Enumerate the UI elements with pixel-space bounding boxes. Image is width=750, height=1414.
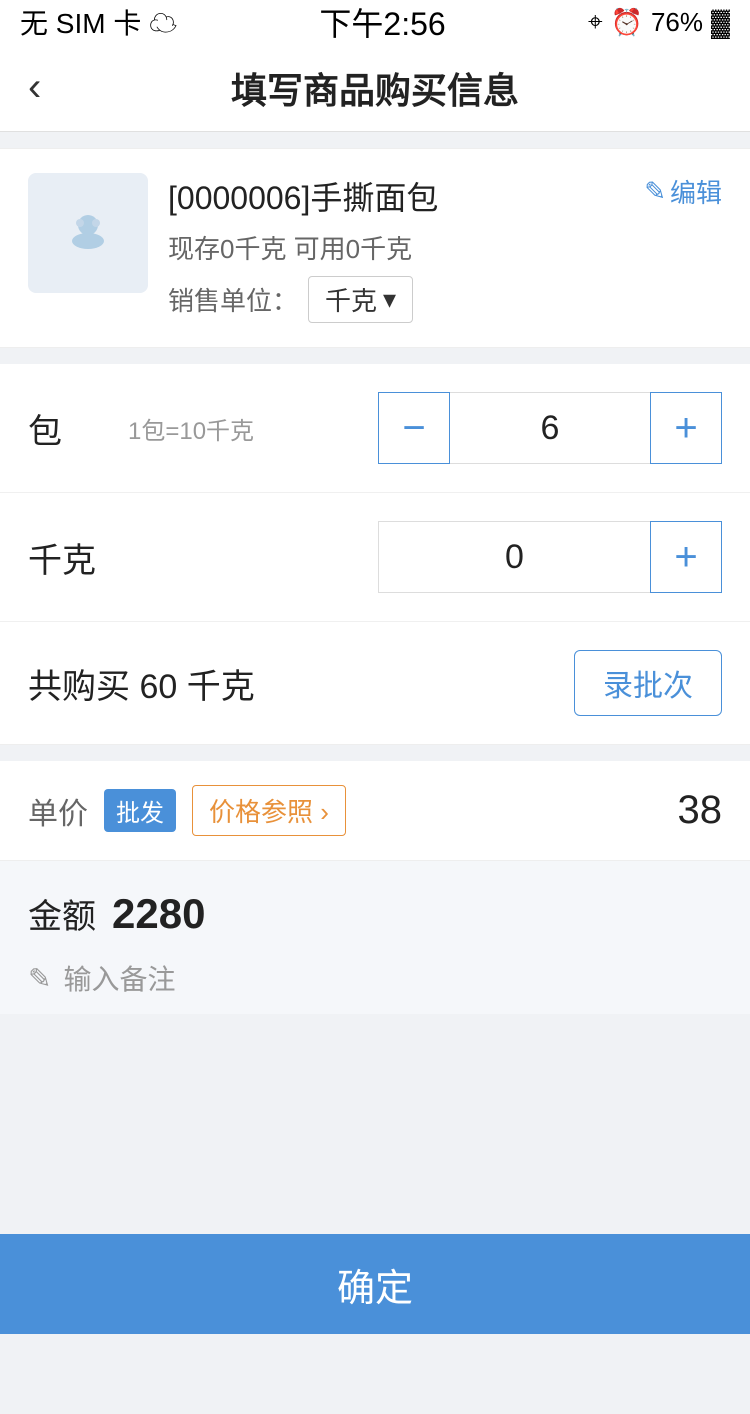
product-info: [0000006]手撕面包 现存0千克 可用0千克 销售单位： 千克 ▾	[168, 173, 624, 323]
battery-percent: 76%	[651, 7, 703, 38]
product-image	[28, 173, 148, 293]
status-time: 下午2:56	[319, 0, 445, 45]
bag-sublabel: 1包=10千克	[128, 411, 254, 446]
alarm-icon: ⏰	[611, 7, 643, 38]
back-button[interactable]: ‹	[28, 65, 41, 110]
price-reference-button[interactable]: 价格参照 ›	[192, 785, 346, 836]
unit-label: 销售单位：	[168, 281, 298, 318]
confirm-button[interactable]: 确定	[0, 1234, 750, 1334]
bag-label: 包	[28, 404, 118, 453]
kg-quantity-input[interactable]	[378, 521, 650, 593]
kg-plus-button[interactable]: +	[650, 521, 722, 593]
bag-minus-button[interactable]: −	[378, 392, 450, 464]
amount-section: 金额 2280 ✎ 输入备注	[0, 861, 750, 1014]
unit-value: 千克	[325, 281, 377, 318]
amount-value: 2280	[112, 890, 205, 938]
dropdown-icon: ▾	[383, 284, 396, 315]
product-name: [0000006]手撕面包	[168, 173, 624, 219]
edit-icon: ✎	[644, 176, 666, 207]
divider-1	[0, 745, 750, 761]
form-row-bag: 包 1包=10千克 − +	[0, 364, 750, 493]
price-label: 单价	[28, 789, 88, 833]
remark-icon: ✎	[28, 962, 51, 995]
battery-icon: ▓	[711, 7, 730, 38]
amount-label: 金额	[28, 889, 96, 938]
edit-label: 编辑	[670, 173, 722, 210]
status-right: ⌖ ⏰ 76% ▓	[588, 6, 730, 38]
status-left: 无 SIM 卡 ☁	[20, 2, 177, 42]
bag-controls: − +	[378, 392, 722, 464]
price-section: 单价 批发 价格参照 › 38	[0, 761, 750, 861]
price-value: 38	[678, 788, 723, 833]
product-stock: 现存0千克 可用0千克	[168, 229, 624, 266]
product-card: [0000006]手撕面包 现存0千克 可用0千克 销售单位： 千克 ▾ ✎ 编…	[0, 148, 750, 348]
status-bar: 无 SIM 卡 ☁ 下午2:56 ⌖ ⏰ 76% ▓	[0, 0, 750, 44]
form-row-kg: 千克 +	[0, 493, 750, 622]
bag-plus-button[interactable]: +	[650, 392, 722, 464]
page-title: 填写商品购买信息	[231, 62, 519, 114]
sim-signal: 无 SIM 卡 ☁	[20, 2, 177, 42]
amount-row: 金额 2280	[28, 889, 722, 938]
edit-button[interactable]: ✎ 编辑	[644, 173, 722, 210]
remark-row[interactable]: ✎ 输入备注	[28, 958, 722, 998]
nav-bar: ‹ 填写商品购买信息	[0, 44, 750, 132]
kg-controls: +	[378, 521, 722, 593]
kg-label: 千克	[28, 533, 118, 582]
product-unit: 销售单位： 千克 ▾	[168, 276, 624, 323]
remark-placeholder: 输入备注	[63, 958, 175, 998]
bag-quantity-input[interactable]	[450, 392, 650, 464]
batch-button[interactable]: 录批次	[574, 650, 722, 716]
location-icon: ⌖	[588, 6, 603, 38]
total-row: 共购买 60 千克 录批次	[0, 622, 750, 745]
price-type-tag: 批发	[104, 789, 176, 832]
empty-space	[0, 1014, 750, 1414]
total-text: 共购买 60 千克	[28, 659, 255, 708]
form-section: 包 1包=10千克 − + 千克 + 共购买 60 千克 录批次	[0, 364, 750, 745]
unit-select[interactable]: 千克 ▾	[308, 276, 413, 323]
